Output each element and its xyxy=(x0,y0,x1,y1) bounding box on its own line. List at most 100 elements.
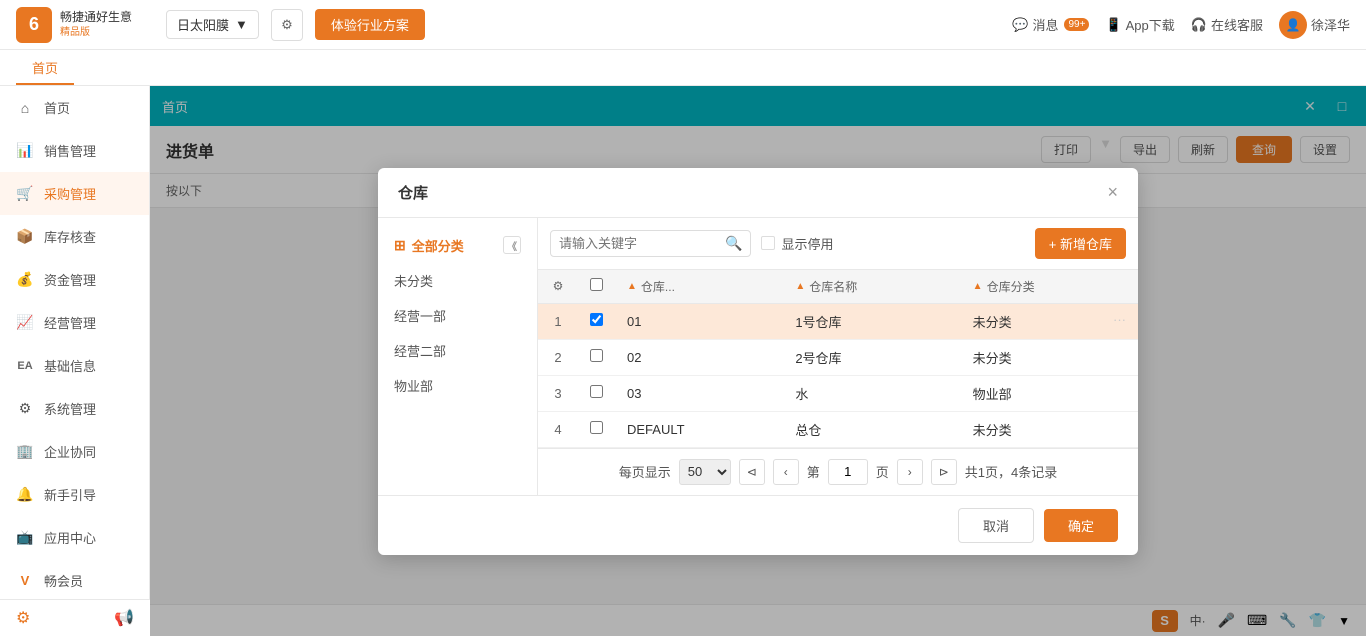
modal-body: ⊞ 全部分类 《 未分类 经营一部 经营二部 xyxy=(378,218,1138,495)
settings-button[interactable]: ⚙ xyxy=(271,9,303,41)
modal-header: 仓库 × xyxy=(378,168,1138,218)
vip-icon: V xyxy=(16,572,34,590)
warehouse-table: ⚙ ▲ 仓库... xyxy=(538,270,1138,448)
new-warehouse-button[interactable]: + 新增仓库 xyxy=(1035,228,1126,259)
industry-button[interactable]: 体验行业方案 xyxy=(315,9,425,40)
row-checkbox[interactable] xyxy=(590,313,603,326)
search-area: 🔍 显示停用 xyxy=(550,230,833,257)
search-icon[interactable]: 🔍 xyxy=(725,235,742,252)
row-num: 4 xyxy=(538,411,578,447)
sidebar-item-home[interactable]: ⌂ 首页 xyxy=(0,86,149,129)
sidebar-item-basic[interactable]: EA 基础信息 xyxy=(0,344,149,387)
header-right: 💬 消息 99+ 📱 App下载 🎧 在线客服 👤 徐泽华 xyxy=(1012,11,1350,39)
sidebar-item-vip[interactable]: V 畅会员 xyxy=(0,559,149,602)
row-num: 1 xyxy=(538,303,578,339)
app-download-button[interactable]: 📱 App下载 xyxy=(1105,15,1174,34)
sidebar-item-operations[interactable]: 📈 经营管理 xyxy=(0,301,149,344)
inventory-icon: 📦 xyxy=(16,228,34,246)
row-check[interactable] xyxy=(578,303,615,339)
row-code: DEFAULT xyxy=(615,411,783,447)
modal-footer: 取消 确定 xyxy=(378,495,1138,555)
sidebar-footer: ⚙ 📢 xyxy=(0,599,150,636)
modal-overlay: 仓库 × ⊞ 全部分类 《 未分类 xyxy=(150,86,1366,636)
row-category: 未分类 xyxy=(961,411,1138,447)
sidebar: ⌂ 首页 📊 销售管理 🛒 采购管理 📦 库存核查 💰 资金管理 📈 经营管理 … xyxy=(0,86,150,636)
logo-area: 6 畅捷通好生意 精品版 xyxy=(16,7,166,43)
sidebar-item-sales[interactable]: 📊 销售管理 xyxy=(0,129,149,172)
row-checkbox[interactable] xyxy=(590,421,603,434)
per-page-select[interactable]: 50 100 xyxy=(679,459,731,485)
content-area: 首页 ✕ □ 进货单 打印 ▼ 导出 刷新 查询 设置 按以下 xyxy=(150,86,1366,636)
search-input-wrap: 🔍 xyxy=(550,230,751,257)
disabled-checkbox[interactable] xyxy=(761,236,775,250)
modal-sidebar-item-all[interactable]: ⊞ 全部分类 《 xyxy=(378,228,537,263)
finance-icon: 💰 xyxy=(16,271,34,289)
online-service-button[interactable]: 🎧 在线客服 xyxy=(1191,15,1263,34)
sidebar-item-finance[interactable]: 💰 资金管理 xyxy=(0,258,149,301)
message-button[interactable]: 💬 消息 99+ xyxy=(1012,15,1089,34)
sidebar-item-purchase[interactable]: 🛒 采购管理 xyxy=(0,172,149,215)
sidebar-item-enterprise[interactable]: 🏢 企业协同 xyxy=(0,430,149,473)
page-next-button[interactable]: › xyxy=(897,459,923,485)
modal-sidebar-item-uncategorized[interactable]: 未分类 xyxy=(378,263,537,298)
tab-home[interactable]: 首页 xyxy=(16,52,74,85)
apps-icon: 📺 xyxy=(16,529,34,547)
system-icon: ⚙ xyxy=(16,400,34,418)
search-input[interactable] xyxy=(559,236,719,251)
brand-text: 畅捷通好生意 精品版 xyxy=(60,10,132,39)
th-name: ▲ 仓库名称 xyxy=(783,270,960,304)
confirm-button[interactable]: 确定 xyxy=(1044,509,1118,542)
modal-close-button[interactable]: × xyxy=(1107,182,1118,203)
table-row[interactable]: 2 02 2号仓库 未分类 xyxy=(538,339,1138,375)
modal-sidebar-item-ops1[interactable]: 经营一部 xyxy=(378,298,537,333)
row-category: 物业部 xyxy=(961,375,1138,411)
th-category: ▲ 仓库分类 xyxy=(961,270,1138,304)
sidebar-item-guide[interactable]: 🔔 新手引导 xyxy=(0,473,149,516)
row-check[interactable] xyxy=(578,339,615,375)
company-select[interactable]: 日太阳膜 ▼ xyxy=(166,10,259,39)
row-category: 未分类··· xyxy=(961,303,1138,339)
row-check[interactable] xyxy=(578,375,615,411)
sidebar-item-apps[interactable]: 📺 应用中心 xyxy=(0,516,149,559)
top-header: 6 畅捷通好生意 精品版 日太阳膜 ▼ ⚙ 体验行业方案 💬 消息 99+ 📱 … xyxy=(0,0,1366,50)
home-icon: ⌂ xyxy=(16,99,34,117)
sidebar-item-system[interactable]: ⚙ 系统管理 xyxy=(0,387,149,430)
table-row[interactable]: 4 DEFAULT 总仓 未分类 xyxy=(538,411,1138,447)
speaker-icon[interactable]: 📢 xyxy=(114,608,134,628)
row-checkbox[interactable] xyxy=(590,349,603,362)
row-name: 总仓 xyxy=(783,411,960,447)
page-last-button[interactable]: ⊳ xyxy=(931,459,957,485)
guide-icon: 🔔 xyxy=(16,486,34,504)
row-num: 2 xyxy=(538,339,578,375)
sidebar-item-inventory[interactable]: 📦 库存核查 xyxy=(0,215,149,258)
sales-icon: 📊 xyxy=(16,142,34,160)
enterprise-icon: 🏢 xyxy=(16,443,34,461)
row-check[interactable] xyxy=(578,411,615,447)
operations-icon: 📈 xyxy=(16,314,34,332)
collapse-button[interactable]: 《 xyxy=(503,236,521,254)
th-check xyxy=(578,270,615,304)
modal-toolbar: 🔍 显示停用 + 新增仓库 xyxy=(538,218,1138,270)
row-checkbox[interactable] xyxy=(590,385,603,398)
page-prev-button[interactable]: ‹ xyxy=(773,459,799,485)
modal-content: 🔍 显示停用 + 新增仓库 xyxy=(538,218,1138,495)
grid-icon: ⊞ xyxy=(394,237,406,254)
modal-sidebar-item-ops2[interactable]: 经营二部 xyxy=(378,333,537,368)
table-row[interactable]: 3 03 水 物业部 xyxy=(538,375,1138,411)
user-area[interactable]: 👤 徐泽华 xyxy=(1279,11,1350,39)
logo-icon: 6 xyxy=(16,7,52,43)
nav-tabs: 首页 xyxy=(0,50,1366,86)
row-actions-icon[interactable]: ··· xyxy=(1113,312,1126,327)
select-all-checkbox[interactable] xyxy=(590,278,603,291)
settings-footer-icon[interactable]: ⚙ xyxy=(16,608,30,628)
page-number-input[interactable] xyxy=(828,459,868,485)
modal-sidebar: ⊞ 全部分类 《 未分类 经营一部 经营二部 xyxy=(378,218,538,495)
th-code: ▲ 仓库... xyxy=(615,270,783,304)
show-disabled-checkbox[interactable]: 显示停用 xyxy=(761,234,833,253)
row-num: 3 xyxy=(538,375,578,411)
modal-sidebar-item-property[interactable]: 物业部 xyxy=(378,368,537,403)
table-row[interactable]: 1 01 1号仓库 未分类··· xyxy=(538,303,1138,339)
cancel-button[interactable]: 取消 xyxy=(958,508,1034,543)
page-first-button[interactable]: ⊲ xyxy=(739,459,765,485)
row-name: 2号仓库 xyxy=(783,339,960,375)
